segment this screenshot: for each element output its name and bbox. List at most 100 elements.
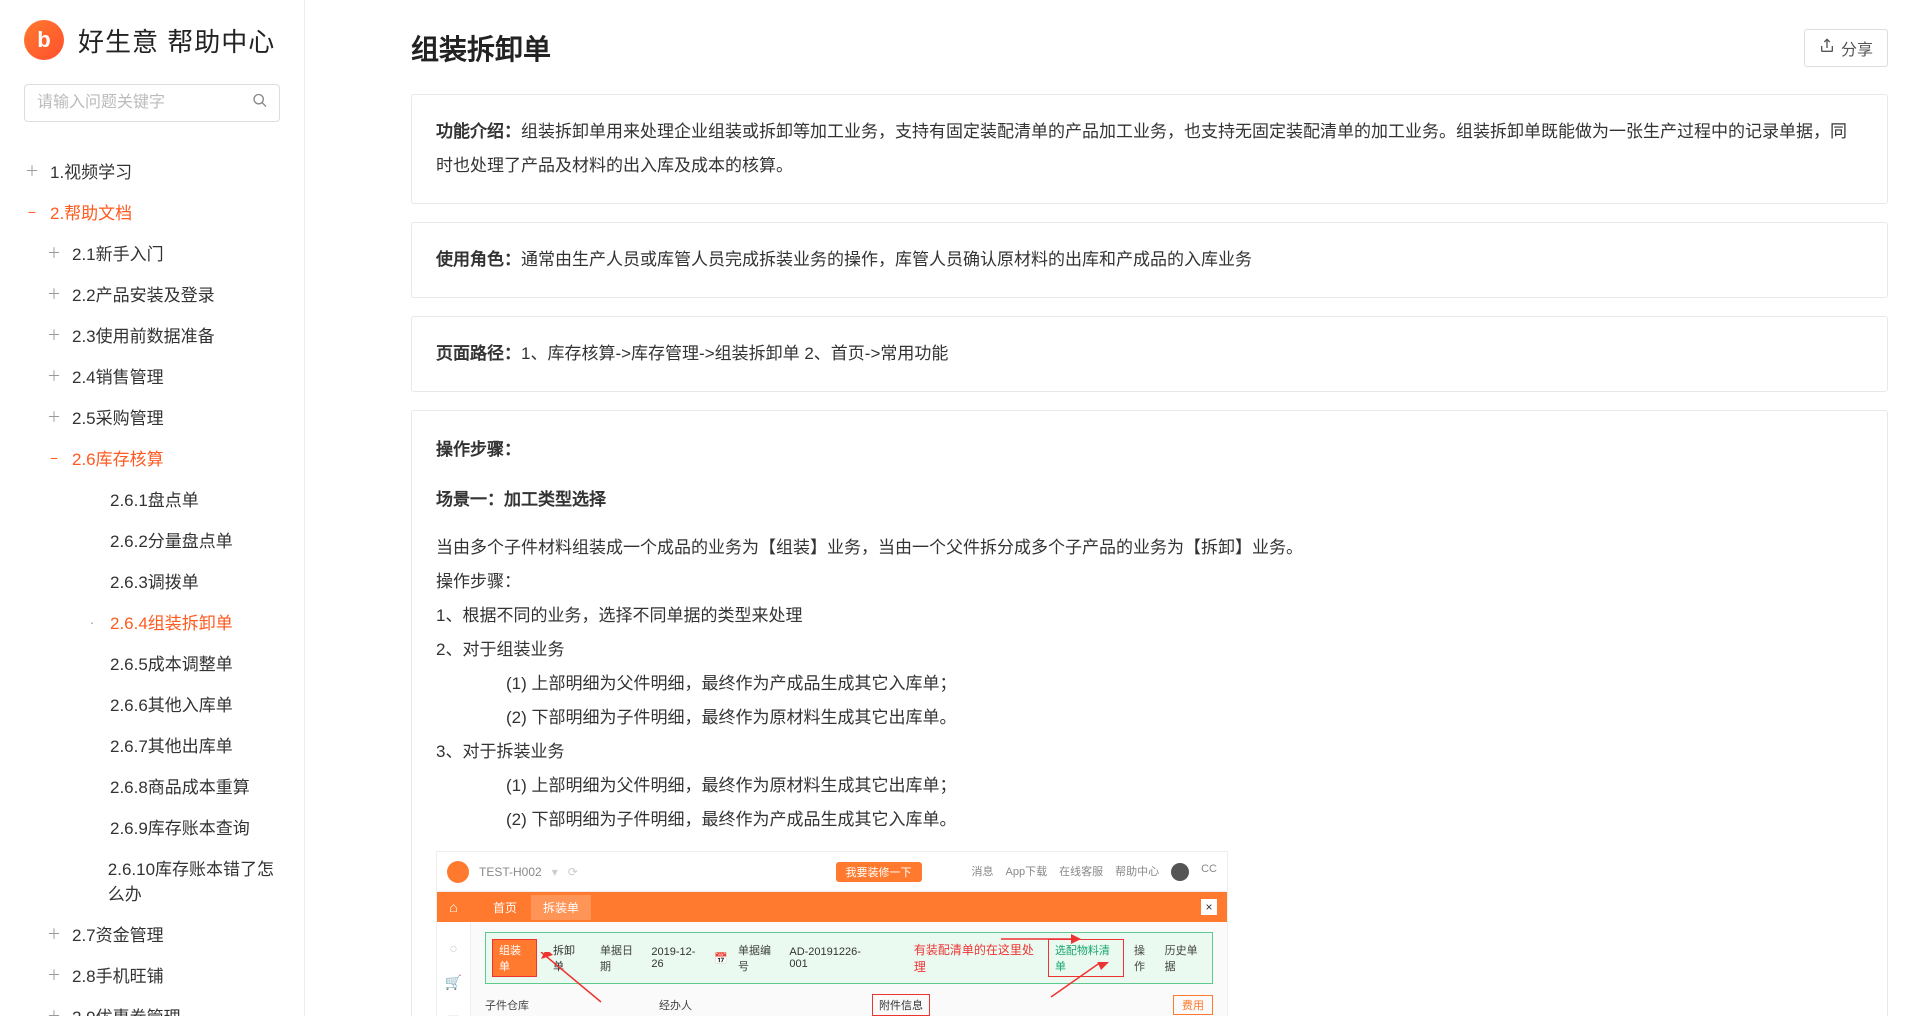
nav-label: 2.2产品安装及登录 <box>72 281 215 306</box>
nav-26[interactable]: −2.6库存核算 <box>24 437 280 478</box>
nav-265[interactable]: ·2.6.5成本调整单 <box>24 642 280 683</box>
plus-icon: ＋ <box>46 286 62 302</box>
avatar-icon <box>1171 863 1189 881</box>
screenshot-embed: TEST-H002 ▾ ⟳ 我要装修一下 消息 App下载 在线客服 帮助中心 … <box>436 851 1228 1016</box>
card-label: 使用角色： <box>436 250 521 269</box>
shot-icon: App下载 <box>1006 863 1048 881</box>
shot-fee: 费用 <box>1173 995 1213 1015</box>
title-row: 组装拆卸单 分享 <box>411 28 1888 68</box>
nav-267[interactable]: ·2.6.7其他出库单 <box>24 724 280 765</box>
shot-tab-home: 首页 <box>481 895 529 920</box>
nav-label: 2.6.7其他出库单 <box>110 732 233 757</box>
shot-icon: 在线客服 <box>1059 863 1103 881</box>
shot-header: TEST-H002 ▾ ⟳ 我要装修一下 消息 App下载 在线客服 帮助中心 … <box>437 852 1227 892</box>
nav-root: ＋1.视频学习 −2.帮助文档 ＋2.1新手入门 ＋2.2产品安装及登录 ＋2.… <box>24 150 280 1016</box>
steps: 操作步骤： 场景一：加工类型选择 当由多个子件材料组装成一个成品的业务为【组装】… <box>411 410 1888 1016</box>
card-intro: 功能介绍：组装拆卸单用来处理企业组装或拆卸等加工业务，支持有固定装配清单的产品加… <box>411 94 1888 204</box>
nav-25[interactable]: ＋2.5采购管理 <box>24 396 280 437</box>
steps-p: 3、对于拆装业务 <box>436 735 1863 769</box>
shot-icon: CC <box>1201 863 1217 881</box>
plus-icon: ＋ <box>46 368 62 384</box>
brand: b 好生意 帮助中心 <box>24 20 280 60</box>
card-text: 组装拆卸单用来处理企业组装或拆卸等加工业务，支持有固定装配清单的产品加工业务，也… <box>436 122 1847 175</box>
shot-l: 附件信息 <box>872 994 930 1016</box>
steps-p: 操作步骤： <box>436 565 1863 599</box>
shot-l: 历史单据 <box>1165 942 1206 974</box>
card-text: 通常由生产人员或库管人员完成拆装业务的操作，库管人员确认原材料的出库和产成品的入… <box>521 250 1252 269</box>
steps-scene: 场景一：加工类型选择 <box>436 483 1863 517</box>
nav-29[interactable]: ＋ 2.9优惠券管理 <box>24 995 280 1016</box>
nav-262[interactable]: ·2.6.2分量盘点单 <box>24 519 280 560</box>
card-label: 功能介绍： <box>436 122 521 141</box>
content: 组装拆卸单 分享 功能介绍：组装拆卸单用来处理企业组装或拆卸等加工业务，支持有固… <box>305 0 1920 1016</box>
shot-logo-icon <box>447 861 469 883</box>
nav-label: 2.6库存核算 <box>72 445 164 470</box>
shot-l: 单据日期 <box>600 942 641 974</box>
nav-269[interactable]: ·2.6.9库存账本查询 <box>24 806 280 847</box>
share-button[interactable]: 分享 <box>1804 29 1888 67</box>
card-role: 使用角色：通常由生产人员或库管人员完成拆装业务的操作，库管人员确认原材料的出库和… <box>411 222 1888 298</box>
plus-icon: ＋ <box>46 409 62 425</box>
shot-cx: 拆卸单 <box>547 940 590 976</box>
nav-label: 2.7资金管理 <box>72 921 164 946</box>
shot-side: ⌂ ○ 🛒 ▭ ▭ ⚙ <box>437 892 471 1016</box>
nav-video[interactable]: ＋ 1.视频学习 <box>24 150 280 191</box>
home-icon: ⌂ <box>437 892 471 922</box>
nav-label: 2.6.10库存账本错了怎么办 <box>108 855 280 905</box>
plus-icon: ＋ <box>24 163 40 179</box>
shot-l: 经办人 <box>659 997 692 1013</box>
shot-tabs: 首页 拆装单 × <box>471 892 1227 922</box>
nav-22[interactable]: ＋ 2.2产品安装及登录 <box>24 273 280 314</box>
shot-tab-current: 拆装单 <box>531 895 591 920</box>
nav-268[interactable]: ·2.6.8商品成本重算 <box>24 765 280 806</box>
plus-icon: ＋ <box>46 245 62 261</box>
plus-icon: ＋ <box>46 967 62 983</box>
nav-28[interactable]: ＋ 2.8手机旺铺 <box>24 954 280 995</box>
minus-icon: − <box>24 204 40 220</box>
nav-264[interactable]: ·2.6.4组装拆卸单 <box>24 601 280 642</box>
nav-label: 2.6.1盘点单 <box>110 486 199 511</box>
brand-text: 好生意 帮助中心 <box>78 22 275 59</box>
nav-label: 2.1新手入门 <box>72 240 164 265</box>
nav-266[interactable]: ·2.6.6其他入库单 <box>24 683 280 724</box>
shot-icon: 帮助中心 <box>1115 863 1159 881</box>
card-text: 1、库存核算->库存管理->组装拆卸单 2、首页->常用功能 <box>521 344 948 363</box>
close-icon: × <box>1201 899 1217 915</box>
nav-label: 2.3使用前数据准备 <box>72 322 215 347</box>
side-icon: ▭ <box>447 1009 460 1016</box>
nav-docs[interactable]: −2.帮助文档 <box>24 191 280 232</box>
nav-261[interactable]: ·2.6.1盘点单 <box>24 478 280 519</box>
shot-v: AD-20191226-001 <box>789 946 874 970</box>
sidebar: b 好生意 帮助中心 ＋ 1.视频学习 −2.帮助文档 ＋ 2.1新手入门 ＋ 2.2… <box>0 0 305 1016</box>
plus-icon: ＋ <box>46 926 62 942</box>
nav-label: 2.6.9库存账本查询 <box>110 814 250 839</box>
nav-23[interactable]: ＋2.3使用前数据准备 <box>24 314 280 355</box>
nav-27[interactable]: ＋ 2.7资金管理 <box>24 913 280 954</box>
nav-label: 2.8手机旺铺 <box>72 962 164 987</box>
share-label: 分享 <box>1841 36 1873 60</box>
nav-label: 2.6.2分量盘点单 <box>110 527 233 552</box>
search-input[interactable] <box>24 84 280 122</box>
shot-blue: 选配物料清单 <box>1048 939 1124 977</box>
shot-brand: TEST-H002 <box>479 865 542 879</box>
nav-label: 2.6.3调拨单 <box>110 568 199 593</box>
nav-2610[interactable]: ·2.6.10库存账本错了怎么办 <box>24 847 280 913</box>
shot-header-icons: 消息 App下载 在线客服 帮助中心 CC <box>972 863 1217 881</box>
nav-label: 1.视频学习 <box>50 158 132 183</box>
nav-24[interactable]: ＋2.4销售管理 <box>24 355 280 396</box>
share-icon <box>1819 38 1835 59</box>
refresh-icon: ⟳ <box>568 865 578 879</box>
nav-21[interactable]: ＋ 2.1新手入门 <box>24 232 280 273</box>
shot-icon: 消息 <box>972 863 994 881</box>
shot-l: 单据编号 <box>738 942 779 974</box>
shot-v: 2019-12-26 <box>651 946 704 970</box>
shot-l: 子件仓库 <box>485 997 529 1013</box>
search <box>24 84 280 122</box>
plus-icon: ＋ <box>46 1008 62 1016</box>
minus-icon: − <box>46 450 62 466</box>
side-icon: 🛒 <box>445 974 462 991</box>
nav-263[interactable]: ·2.6.3调拨单 <box>24 560 280 601</box>
calendar-icon: 📅 <box>714 952 728 965</box>
nav-label: 2.9优惠券管理 <box>72 1003 181 1016</box>
steps-p: (1) 上部明细为父件明细，最终作为产成品生成其它入库单； <box>436 667 1863 701</box>
